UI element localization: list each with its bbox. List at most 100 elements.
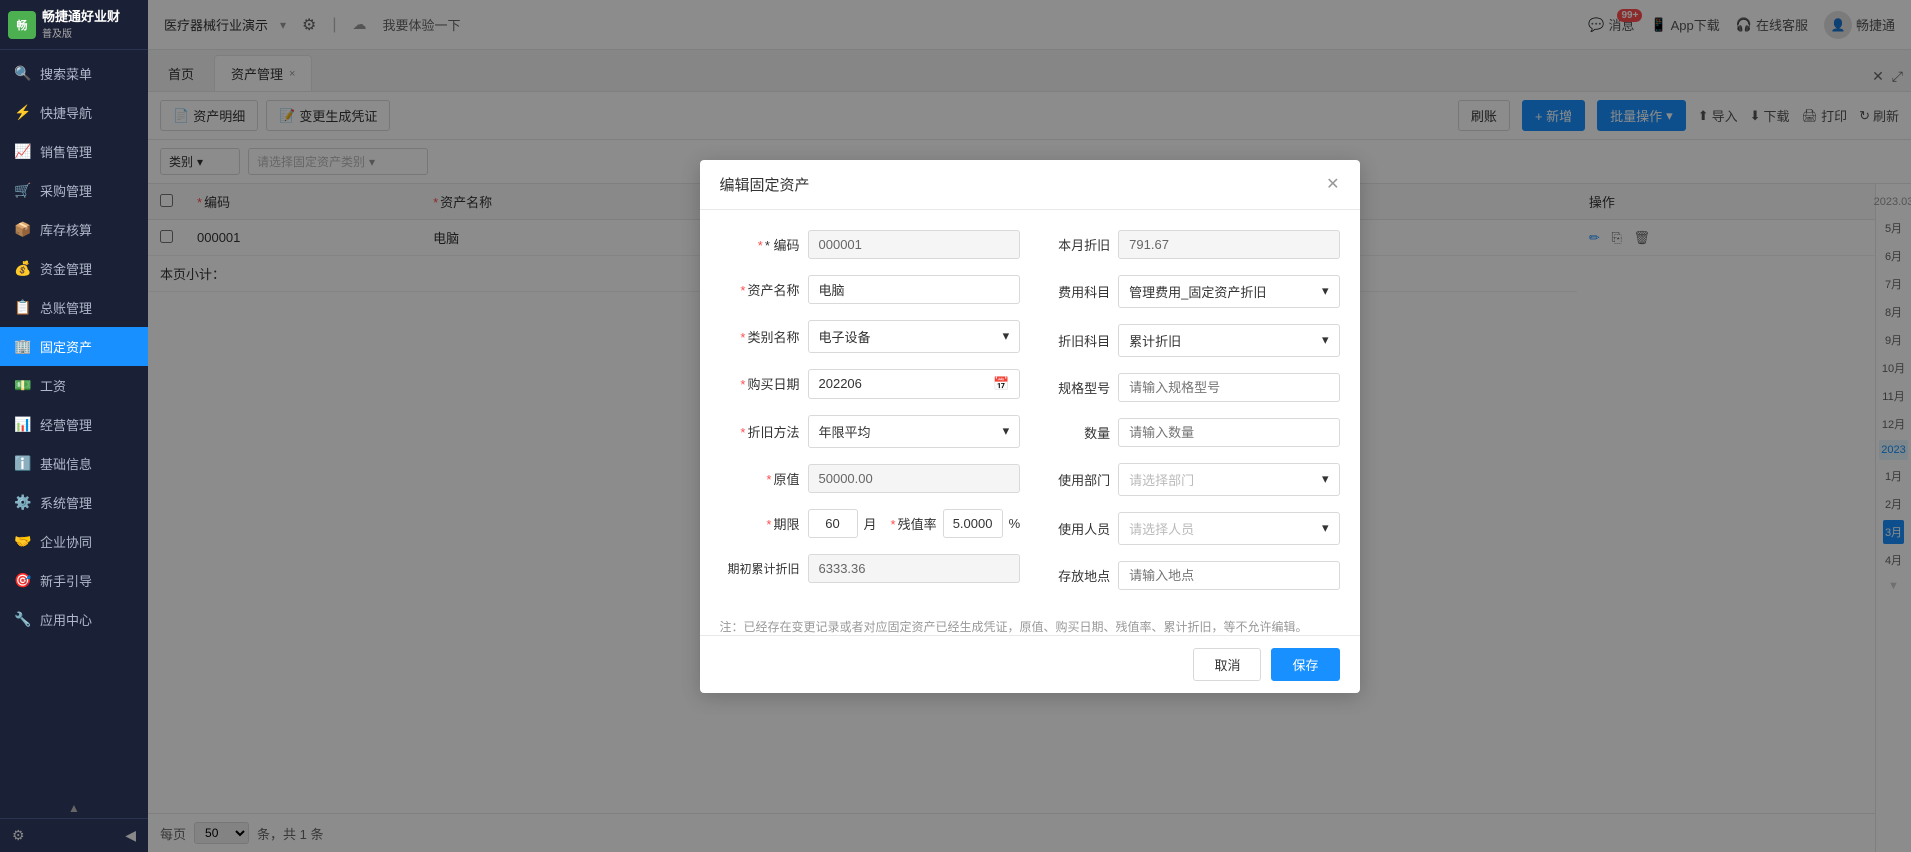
initial-accumulated-row: 期初累计折旧 [720,554,1021,583]
dep-subject-icon: ▾ [1322,332,1329,348]
collapse-icon[interactable]: ◀ [125,827,136,844]
category-row: *类别名称 电子设备 ▾ [720,320,1021,353]
sidebar-scroll-up[interactable]: ▲ [0,798,148,818]
monthly-dep-label: 本月折旧 [1040,235,1110,254]
sidebar-item-system[interactable]: ⚙️ 系统管理 [0,483,148,522]
app-subtitle: 普及版 [42,25,120,40]
user-label: 使用人员 [1040,519,1110,538]
storage-label: 存放地点 [1040,566,1110,585]
sidebar-item-label: 经营管理 [40,415,92,434]
sidebar-item-operations[interactable]: 📊 经营管理 [0,405,148,444]
sidebar-item-ledger[interactable]: 📋 总账管理 [0,288,148,327]
inventory-icon: 📦 [14,221,32,239]
sidebar-item-sales[interactable]: 📈 销售管理 [0,132,148,171]
sidebar-item-basic-info[interactable]: ℹ️ 基础信息 [0,444,148,483]
sidebar-item-guide[interactable]: 🎯 新手引导 [0,561,148,600]
spec-input[interactable] [1118,373,1339,402]
sidebar-item-label: 采购管理 [40,181,92,200]
sidebar-item-enterprise[interactable]: 🤝 企业协同 [0,522,148,561]
finance-icon: 💰 [14,260,32,278]
quantity-row: 数量 [1040,418,1339,447]
sidebar: 畅 畅捷通好业财 普及版 🔍 搜索菜单 ⚡ 快捷导航 📈 销售管理 🛒 采购管理… [0,0,148,852]
sidebar-item-search[interactable]: 🔍 搜索菜单 [0,54,148,93]
dep-subject-select[interactable]: 累计折旧 ▾ [1118,324,1339,357]
sidebar-item-label: 新手引导 [40,571,92,590]
department-placeholder: 请选择部门 [1129,470,1194,489]
modal-header: 编辑固定资产 ✕ [700,160,1360,210]
department-select[interactable]: 请选择部门 ▾ [1118,463,1339,496]
dep-subject-row: 折旧科目 累计折旧 ▾ [1040,324,1339,357]
sidebar-item-label: 搜索菜单 [40,64,92,83]
sidebar-item-inventory[interactable]: 📦 库存核算 [0,210,148,249]
guide-icon: 🎯 [14,572,32,590]
modal-title: 编辑固定资产 [720,174,810,195]
expense-subject-value: 管理费用_固定资产折旧 [1129,282,1266,301]
modal-body: ** 编码 *资产名称 *类别名称 [700,210,1360,610]
search-icon: 🔍 [14,65,32,83]
category-value: 电子设备 [819,327,871,346]
sidebar-item-label: 快捷导航 [40,103,92,122]
department-label: 使用部门 [1040,470,1110,489]
modal-close-btn[interactable]: ✕ [1326,174,1339,194]
sidebar-item-quicknav[interactable]: ⚡ 快捷导航 [0,93,148,132]
quantity-input[interactable] [1118,418,1339,447]
residual-unit: % [1009,516,1021,531]
storage-input[interactable] [1118,561,1339,590]
code-label: ** 编码 [720,235,800,254]
sales-icon: 📈 [14,143,32,161]
dep-method-label: *折旧方法 [720,422,800,441]
building-icon: 🏢 [14,338,32,356]
sidebar-item-label: 固定资产 [40,337,92,356]
main-content: 医疗器械行业演示 ▾ ⚙ | ☁ 我要体验一下 💬 消息 99+ 📱 App下载… [148,0,1911,852]
dep-method-icon: ▾ [1003,423,1010,439]
user-row: 使用人员 请选择人员 ▾ [1040,512,1339,545]
settings-icon[interactable]: ⚙ [12,827,25,844]
period-input[interactable] [808,509,858,538]
sidebar-item-label: 工资 [40,376,66,395]
modal-note: 注：已经存在变更记录或者对应固定资产已经生成凭证，原值、购买日期、残值率、累计折… [700,610,1360,635]
dep-method-select[interactable]: 年限平均 ▾ [808,415,1021,448]
depreciation-method-row: *折旧方法 年限平均 ▾ [720,415,1021,448]
modal-left-col: ** 编码 *资产名称 *类别名称 [720,230,1021,590]
sidebar-item-label: 库存核算 [40,220,92,239]
expense-subject-icon: ▾ [1322,283,1329,299]
sidebar-item-finance[interactable]: 💰 资金管理 [0,249,148,288]
expense-subject-select[interactable]: 管理费用_固定资产折旧 ▾ [1118,275,1339,308]
period-unit: 月 [864,514,877,533]
sidebar-nav: 🔍 搜索菜单 ⚡ 快捷导航 📈 销售管理 🛒 采购管理 📦 库存核算 💰 资金管… [0,50,148,798]
sidebar-item-label: 基础信息 [40,454,92,473]
category-label: *类别名称 [720,327,800,346]
app-title: 畅捷通好业财 [42,9,120,25]
sidebar-item-label: 资金管理 [40,259,92,278]
sidebar-item-label: 销售管理 [40,142,92,161]
category-select[interactable]: 电子设备 ▾ [808,320,1021,353]
period-label: *期限 [720,514,800,533]
edit-modal: 编辑固定资产 ✕ ** 编码 *资产名称 [700,160,1360,693]
quantity-label: 数量 [1040,423,1110,442]
sidebar-item-label: 应用中心 [40,610,92,629]
orig-value-input[interactable] [808,464,1021,493]
purchase-icon: 🛒 [14,182,32,200]
sidebar-item-apps[interactable]: 🔧 应用中心 [0,600,148,639]
residual-rate-label: *残值率 [891,514,937,533]
user-select[interactable]: 请选择人员 ▾ [1118,512,1339,545]
dep-subject-label: 折旧科目 [1040,331,1110,350]
name-input[interactable] [808,275,1021,304]
sidebar-item-fixed-assets[interactable]: 🏢 固定资产 [0,327,148,366]
code-input[interactable] [808,230,1021,259]
monthly-dep-input [1118,230,1339,259]
name-label: *资产名称 [720,280,800,299]
cancel-button[interactable]: 取消 [1193,648,1261,681]
residual-rate-input[interactable] [943,509,1003,538]
user-placeholder: 请选择人员 [1129,519,1194,538]
purchase-date-input[interactable]: 202206 📅 [808,369,1021,399]
sidebar-item-purchase[interactable]: 🛒 采购管理 [0,171,148,210]
ledger-icon: 📋 [14,299,32,317]
init-acc-input[interactable] [808,554,1021,583]
orig-value-label: *原值 [720,469,800,488]
sidebar-item-label: 系统管理 [40,493,92,512]
save-button[interactable]: 保存 [1271,648,1339,681]
apps-icon: 🔧 [14,611,32,629]
sidebar-item-salary[interactable]: 💵 工资 [0,366,148,405]
period-residual-row: *期限 月 *残值率 % [720,509,1021,538]
